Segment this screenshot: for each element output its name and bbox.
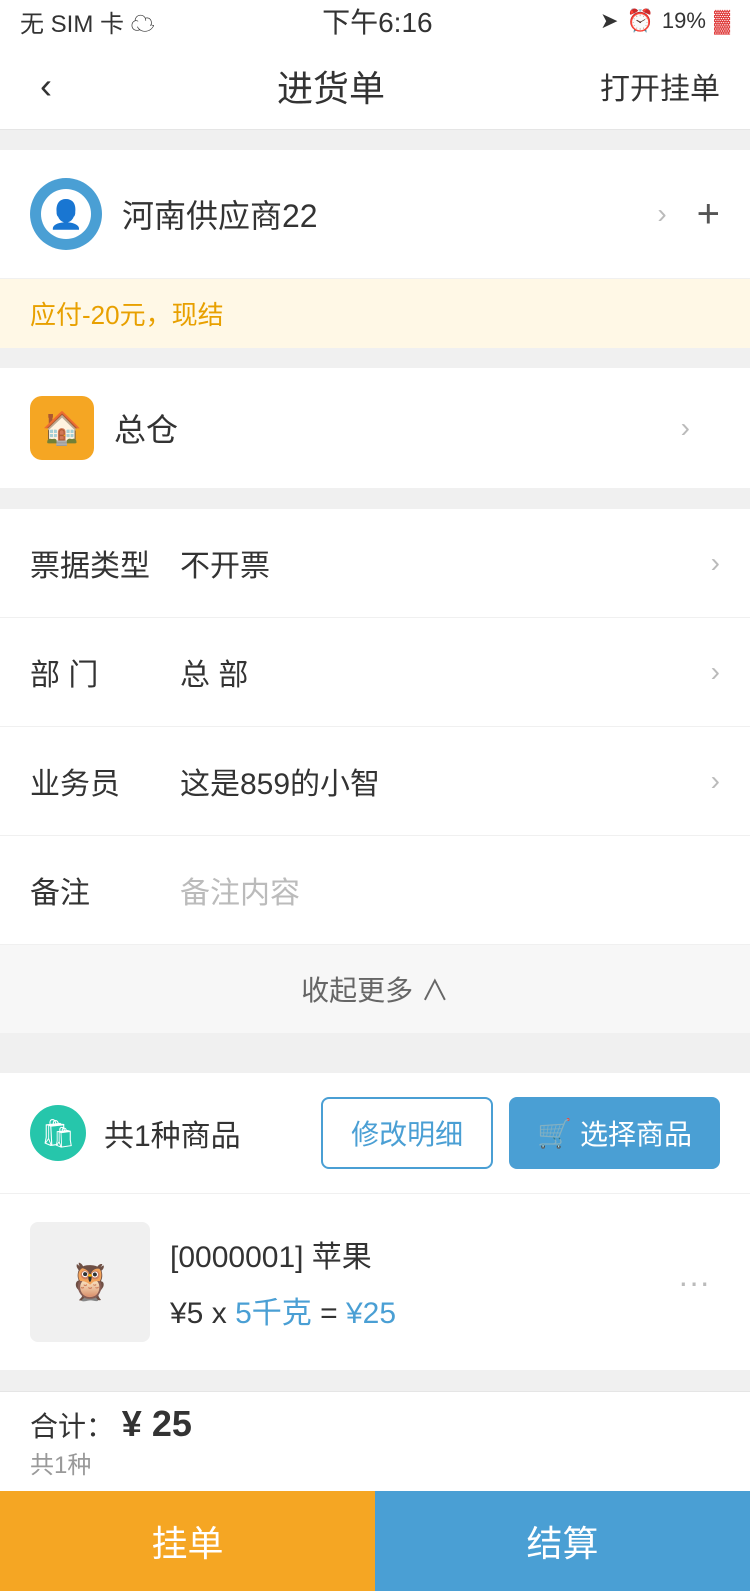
department-label: 部 门: [30, 650, 150, 694]
summary-total-label: 合计：: [30, 1411, 114, 1442]
select-product-icon: 🛒: [537, 1117, 572, 1150]
salesperson-label: 业务员: [30, 759, 150, 803]
select-product-button[interactable]: 🛒 选择商品: [509, 1097, 720, 1169]
products-actions: 修改明细 🛒 选择商品: [321, 1097, 720, 1169]
product-item: 🦉 [0000001] 苹果 ¥5 x 5千克 = ¥25 ···: [0, 1194, 750, 1371]
product-total: ¥25: [346, 1297, 396, 1330]
sim-label: 无 SIM 卡 ☁: [20, 4, 155, 39]
nav-bar: ‹ 进货单 打开挂单: [0, 42, 750, 130]
section-gap-4: [0, 1371, 750, 1391]
supplier-notice: 应付-20元，现结: [0, 279, 750, 348]
supplier-name: 河南供应商22: [122, 191, 657, 237]
warehouse-section: 🏠 总仓 ›: [0, 368, 750, 489]
department-value: 总 部: [180, 650, 711, 694]
products-icon: 🛍: [30, 1105, 86, 1161]
warehouse-icon: 🏠: [30, 396, 94, 460]
ticket-type-chevron-icon: ›: [711, 547, 720, 579]
product-info: [0000001] 苹果 ¥5 x 5千克 = ¥25: [170, 1232, 668, 1332]
add-supplier-button[interactable]: +: [697, 192, 720, 237]
summary-bar: 合计： ¥ 25 共1种: [0, 1391, 750, 1491]
avatar-inner: 👤: [41, 189, 91, 239]
collapse-toggle-button[interactable]: 收起更多 ∧: [0, 945, 750, 1033]
status-bar-time: 下午6:16: [322, 1, 433, 41]
warehouse-chevron-icon: ›: [681, 412, 690, 444]
product-unit-price: ¥5: [170, 1297, 203, 1330]
summary-total: 合计： ¥ 25 共1种: [30, 1403, 720, 1480]
form-section: 票据类型 不开票 › 部 门 总 部 › 业务员 这是859的小智 › 备注 备…: [0, 509, 750, 945]
battery-icon: ▓: [714, 8, 730, 34]
edit-detail-button[interactable]: 修改明细: [321, 1097, 493, 1169]
product-equals: =: [320, 1297, 346, 1330]
remark-label: 备注: [30, 868, 150, 912]
salesperson-row[interactable]: 业务员 这是859的小智 ›: [0, 727, 750, 836]
bottom-actions: 挂单 结算: [0, 1491, 750, 1591]
ticket-type-label: 票据类型: [30, 541, 150, 585]
status-bar: 无 SIM 卡 ☁ 下午6:16 ➤ ⏰ 19% ▓: [0, 0, 750, 42]
salesperson-chevron-icon: ›: [711, 765, 720, 797]
location-icon: ➤: [600, 8, 618, 34]
product-price: ¥5 x 5千克 = ¥25: [170, 1288, 668, 1332]
section-gap-3: [0, 1033, 750, 1053]
product-thumbnail: 🦉: [30, 1222, 150, 1342]
section-gap-1: [0, 130, 750, 150]
warehouse-row[interactable]: 🏠 总仓 ›: [0, 368, 750, 489]
owl-logo-icon: 🦉: [68, 1261, 113, 1303]
product-qty: 5千克: [235, 1297, 312, 1330]
back-button[interactable]: ‹: [30, 55, 62, 117]
select-product-label: 选择商品: [580, 1113, 692, 1153]
open-hold-button[interactable]: 打开挂单: [600, 64, 720, 108]
warehouse-label: 总仓: [114, 405, 681, 451]
ticket-type-value: 不开票: [180, 541, 711, 585]
products-count-label: 共1种商品: [104, 1111, 321, 1155]
product-multiply: x: [212, 1297, 235, 1330]
warehouse-emoji: 🏠: [42, 409, 82, 447]
summary-count: 共1种: [30, 1445, 720, 1480]
summary-total-amount: ¥ 25: [122, 1403, 192, 1444]
department-row[interactable]: 部 门 总 部 ›: [0, 618, 750, 727]
products-header: 🛍 共1种商品 修改明细 🛒 选择商品: [0, 1073, 750, 1194]
salesperson-value: 这是859的小智: [180, 759, 711, 803]
battery-label: 19%: [662, 8, 706, 34]
supplier-section: 👤 河南供应商22 › + 应付-20元，现结: [0, 150, 750, 348]
department-chevron-icon: ›: [711, 656, 720, 688]
supplier-avatar: 👤: [30, 178, 102, 250]
section-gap-2: [0, 348, 750, 368]
product-more-button[interactable]: ···: [668, 1254, 720, 1311]
product-name: [0000001] 苹果: [170, 1232, 668, 1276]
supplier-right: › +: [657, 192, 720, 237]
status-bar-right: ➤ ⏰ 19% ▓: [600, 8, 730, 34]
remark-row: 备注 备注内容: [0, 836, 750, 945]
status-bar-left: 无 SIM 卡 ☁: [20, 4, 155, 39]
hold-button[interactable]: 挂单: [0, 1491, 375, 1591]
ticket-type-row[interactable]: 票据类型 不开票 ›: [0, 509, 750, 618]
checkout-button[interactable]: 结算: [375, 1491, 750, 1591]
avatar-icon: 👤: [49, 198, 84, 231]
supplier-row[interactable]: 👤 河南供应商22 › +: [0, 150, 750, 279]
cart-emoji: 🛍: [40, 1117, 76, 1150]
page-title: 进货单: [277, 60, 385, 112]
remark-input[interactable]: 备注内容: [180, 868, 720, 912]
supplier-chevron-icon: ›: [657, 198, 666, 230]
alarm-icon: ⏰: [626, 8, 653, 34]
